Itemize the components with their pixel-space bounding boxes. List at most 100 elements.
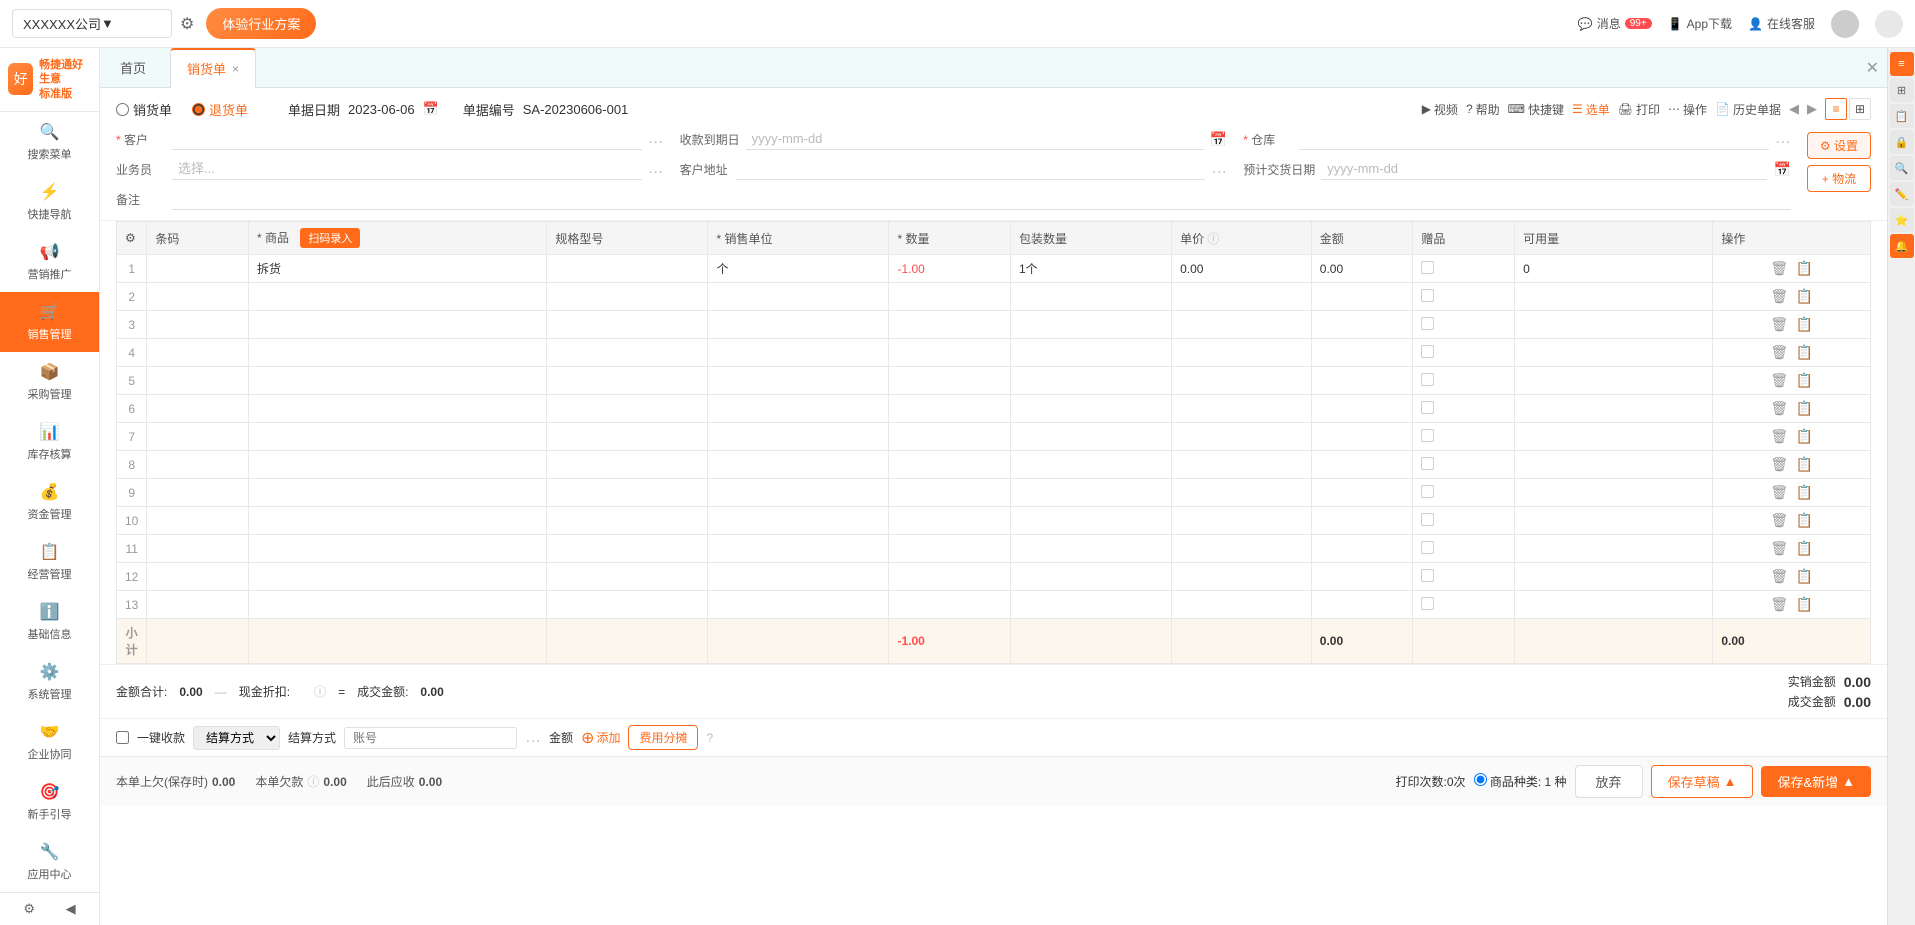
row-qty[interactable] [889,563,1010,591]
row-qty[interactable] [889,367,1010,395]
row-barcode[interactable] [147,479,249,507]
row-pack-qty[interactable] [1010,423,1171,451]
row-spec[interactable] [547,311,708,339]
row-gift[interactable] [1413,507,1515,535]
row-barcode[interactable] [147,535,249,563]
right-panel-btn-1[interactable]: ⊞ [1890,78,1914,102]
scan-barcode-btn[interactable]: 扫码录入 [300,228,360,248]
trial-button[interactable]: 体验行业方案 [206,8,316,39]
toolbar-print[interactable]: 🖨 打印 [1618,101,1660,118]
right-panel-btn-0[interactable]: ≡ [1890,52,1914,76]
row-unit[interactable] [708,311,889,339]
customer-input[interactable] [172,128,642,150]
row-qty[interactable] [889,507,1010,535]
sidebar-item-inventory[interactable]: 📊 库存核算 [0,412,99,472]
customer-addr-input[interactable] [736,158,1206,180]
gift-checkbox[interactable] [1421,373,1434,386]
right-panel-btn-6[interactable]: ⭐ [1890,208,1914,232]
copy-row-btn[interactable]: 📋 [1796,568,1813,585]
row-spec[interactable] [547,535,708,563]
copy-row-btn[interactable]: 📋 [1796,260,1813,277]
sidebar-item-sales[interactable]: 🛒 销售管理 [0,292,99,352]
delete-row-btn[interactable]: 🗑 [1770,372,1788,389]
row-unit[interactable] [708,423,889,451]
row-barcode[interactable] [147,591,249,619]
toolbar-history[interactable]: 📄 历史单据 [1715,101,1781,118]
row-amount[interactable] [1311,423,1413,451]
save-new-btn[interactable]: 保存&新增 ▲ [1761,766,1871,797]
add-payment-btn[interactable]: ⊕ 添加 [581,728,620,748]
row-qty[interactable] [889,535,1010,563]
remarks-input[interactable] [172,188,1791,210]
delete-row-btn[interactable]: 🗑 [1770,512,1788,529]
close-window-icon[interactable]: ✕ [1866,58,1879,78]
sidebar-item-management[interactable]: 📋 经营管理 [0,532,99,592]
row-spec[interactable] [547,255,708,283]
row-product[interactable] [249,507,547,535]
delete-row-btn[interactable]: 🗑 [1770,344,1788,361]
row-spec[interactable] [547,451,708,479]
row-unit-price[interactable] [1172,507,1312,535]
row-product[interactable] [249,283,547,311]
row-spec[interactable] [547,395,708,423]
row-product[interactable] [249,367,547,395]
row-barcode[interactable] [147,563,249,591]
row-amount[interactable] [1311,563,1413,591]
row-unit-price[interactable] [1172,535,1312,563]
row-barcode[interactable] [147,283,249,311]
copy-row-btn[interactable]: 📋 [1796,512,1813,529]
delete-row-btn[interactable]: 🗑 [1770,484,1788,501]
row-unit-price[interactable] [1172,395,1312,423]
row-pack-qty[interactable] [1010,451,1171,479]
view-grid-btn[interactable]: ⊞ [1849,98,1871,120]
delete-row-btn[interactable]: 🗑 [1770,288,1788,305]
row-product[interactable] [249,423,547,451]
gift-checkbox[interactable] [1421,597,1434,610]
row-gift[interactable] [1413,479,1515,507]
row-spec[interactable] [547,367,708,395]
sidebar-item-finance[interactable]: 💰 资金管理 [0,472,99,532]
row-unit-price[interactable] [1172,563,1312,591]
row-unit[interactable] [708,283,889,311]
copy-row-btn[interactable]: 📋 [1796,540,1813,557]
row-unit-price[interactable]: 0.00 [1172,255,1312,283]
row-barcode[interactable] [147,367,249,395]
account-input[interactable] [344,727,517,749]
expected-date-input[interactable] [1321,158,1767,180]
row-unit[interactable]: 个 [708,255,889,283]
copy-row-btn[interactable]: 📋 [1796,316,1813,333]
account-dots[interactable]: … [525,729,541,747]
delete-row-btn[interactable]: 🗑 [1770,568,1788,585]
addr-dots[interactable]: … [1211,160,1227,178]
row-barcode[interactable] [147,507,249,535]
sidebar-item-search[interactable]: 🔍 搜索菜单 [0,112,99,172]
copy-row-btn[interactable]: 📋 [1796,428,1813,445]
company-selector[interactable]: XXXXXX公司 ▼ [12,9,172,38]
row-unit[interactable] [708,507,889,535]
tab-sales-order[interactable]: 销货单 × [170,48,256,88]
row-qty[interactable] [889,423,1010,451]
nav-next-icon[interactable]: ▶ [1807,101,1817,117]
warehouse-dots[interactable]: … [1775,130,1791,148]
row-unit[interactable] [708,563,889,591]
sidebar-item-apps[interactable]: 🔧 应用中心 [0,832,99,892]
row-product[interactable] [249,535,547,563]
row-amount[interactable] [1311,451,1413,479]
row-spec[interactable] [547,283,708,311]
toolbar-help[interactable]: ? 帮助 [1466,101,1500,118]
gift-checkbox[interactable] [1421,345,1434,358]
toolbar-shortcut[interactable]: ⌨ 快捷键 [1508,101,1564,118]
calendar-icon[interactable]: 📅 [423,101,439,117]
sidebar-item-system[interactable]: ⚙️ 系统管理 [0,652,99,712]
row-gift[interactable] [1413,339,1515,367]
row-gift[interactable] [1413,423,1515,451]
row-spec[interactable] [547,423,708,451]
row-spec[interactable] [547,507,708,535]
tab-home[interactable]: 首页 [100,48,166,88]
row-gift[interactable] [1413,255,1515,283]
settings-icon[interactable]: ⚙ [180,14,194,34]
row-pack-qty[interactable] [1010,367,1171,395]
settings-bottom-icon[interactable]: ⚙ [23,901,35,917]
expected-date-calendar-icon[interactable]: 📅 [1773,161,1790,178]
row-amount[interactable] [1311,395,1413,423]
